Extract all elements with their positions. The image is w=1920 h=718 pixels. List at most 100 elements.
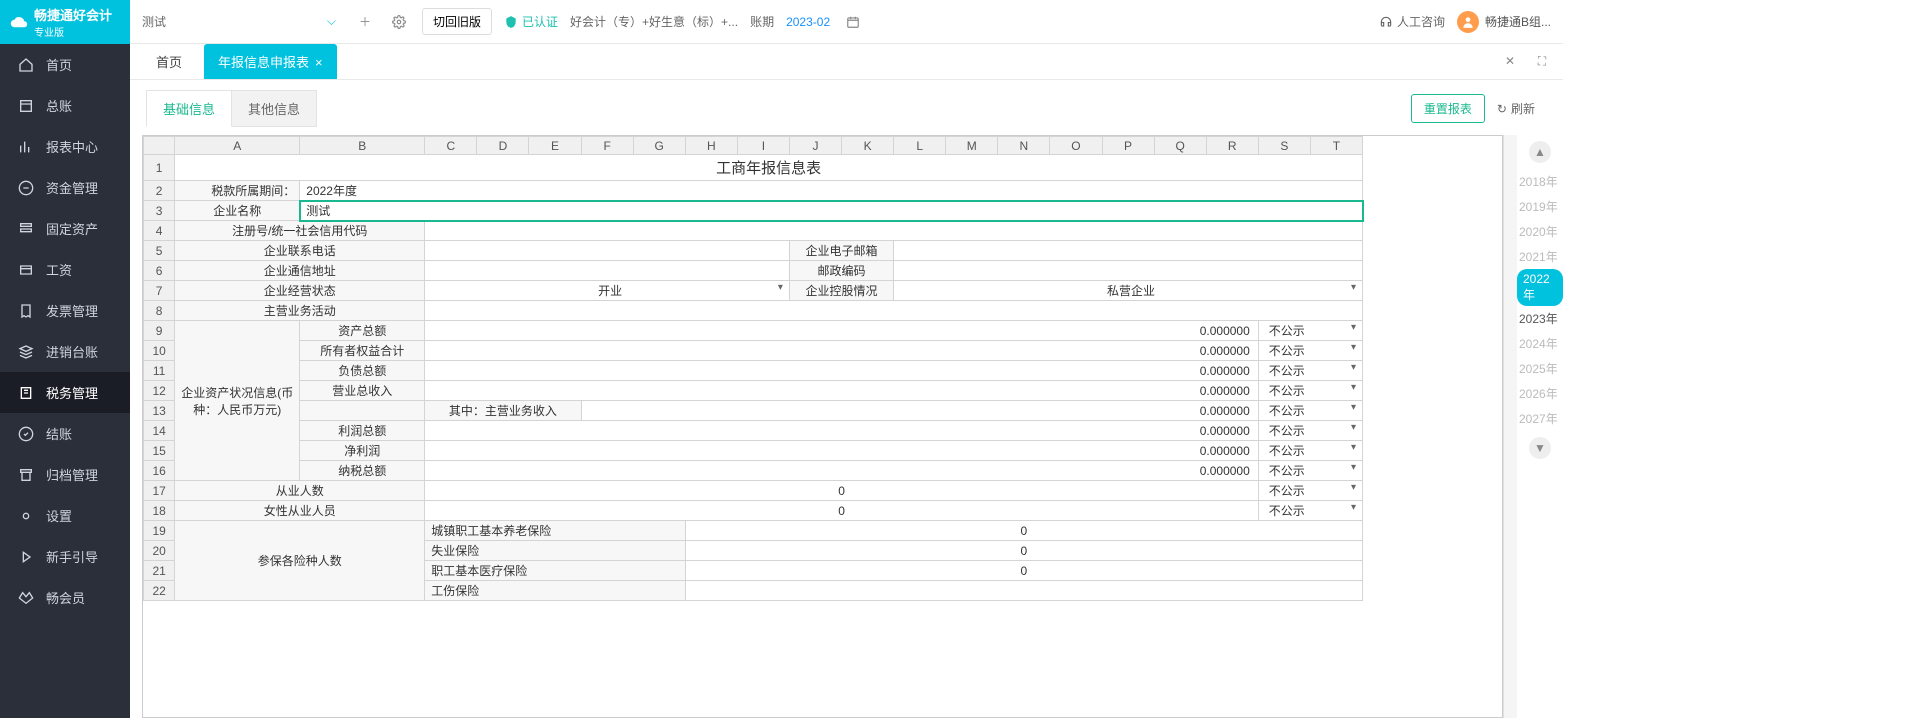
col-header[interactable]: J [789, 137, 841, 155]
year-2022年[interactable]: 2022年 [1517, 269, 1563, 306]
sidebar-item-1[interactable]: 总账 [0, 85, 130, 126]
sidebar-item-0[interactable]: 首页 [0, 44, 130, 85]
publish-select[interactable]: 不公示 [1258, 441, 1362, 461]
publish-select[interactable]: 不公示 [1258, 461, 1362, 481]
vertical-scrollbar[interactable] [1503, 135, 1517, 718]
year-2021年[interactable]: 2021年 [1517, 244, 1563, 269]
col-header[interactable]: Q [1154, 137, 1206, 155]
year-2026年[interactable]: 2026年 [1517, 381, 1563, 406]
sidebar-item-9[interactable]: 结账 [0, 413, 130, 454]
close-icon[interactable]: × [315, 55, 323, 70]
headset-icon [1379, 15, 1393, 29]
sidebar-item-11[interactable]: 设置 [0, 495, 130, 536]
tax-period[interactable]: 2022年度 [300, 181, 1363, 201]
col-header[interactable]: H [685, 137, 737, 155]
calendar-icon[interactable] [842, 11, 864, 33]
col-header[interactable]: O [1050, 137, 1102, 155]
publish-select[interactable]: 不公示 [1258, 341, 1362, 361]
col-header[interactable]: T [1310, 137, 1362, 155]
year-2018年[interactable]: 2018年 [1517, 169, 1563, 194]
publish-select[interactable]: 不公示 [1258, 421, 1362, 441]
product-combo: 好会计（专）+好生意（标）+... [570, 13, 738, 30]
publish-select[interactable]: 不公示 [1258, 401, 1362, 421]
col-header[interactable]: R [1206, 137, 1258, 155]
close-all-icon[interactable]: ✕ [1499, 50, 1521, 72]
col-header[interactable]: S [1258, 137, 1310, 155]
subtab-basic[interactable]: 基础信息 [146, 90, 232, 127]
publish-select[interactable]: 不公示 [1258, 381, 1362, 401]
sidebar-item-label: 新手引导 [46, 547, 98, 566]
add-icon[interactable]: ＋ [354, 11, 376, 33]
sidebar: 畅捷通好会计 专业版 首页总账报表中心资金管理固定资产工资发票管理进销台账税务管… [0, 0, 130, 718]
biz-status-select[interactable]: 开业 [425, 281, 790, 301]
sheet-title: 工商年报信息表 [175, 155, 1363, 181]
sidebar-item-6[interactable]: 发票管理 [0, 290, 130, 331]
sidebar-item-8[interactable]: 税务管理 [0, 372, 130, 413]
sidebar-item-label: 结账 [46, 424, 72, 443]
home-icon [18, 57, 34, 73]
ai-assist-button[interactable]: 人工咨询 [1379, 13, 1445, 30]
sidebar-item-12[interactable]: 新手引导 [0, 536, 130, 577]
col-header[interactable]: L [894, 137, 946, 155]
year-2025年[interactable]: 2025年 [1517, 356, 1563, 381]
reset-button[interactable]: 重置报表 [1411, 94, 1485, 123]
archive-icon [18, 467, 34, 483]
sidebar-item-label: 总账 [46, 96, 72, 115]
company-name-cell[interactable]: 测试 [300, 201, 1363, 221]
period-value[interactable]: 2023-02 [786, 15, 830, 29]
col-header[interactable]: F [581, 137, 633, 155]
sidebar-item-5[interactable]: 工资 [0, 249, 130, 290]
col-header[interactable]: G [633, 137, 685, 155]
chevron-down-icon: ⌵ [327, 14, 336, 29]
sidebar-item-7[interactable]: 进销台账 [0, 331, 130, 372]
year-2023年[interactable]: 2023年 [1517, 306, 1563, 331]
fullscreen-icon[interactable]: ⛶ [1531, 50, 1553, 72]
sidebar-item-3[interactable]: 资金管理 [0, 167, 130, 208]
gear-icon [18, 508, 34, 524]
user-name: 畅捷通B组... [1485, 13, 1551, 30]
publish-select[interactable]: 不公示 [1258, 321, 1362, 341]
subtab-other[interactable]: 其他信息 [231, 90, 317, 127]
sidebar-item-label: 进销台账 [46, 342, 98, 361]
year-2020年[interactable]: 2020年 [1517, 219, 1563, 244]
year-rail: ▲ 2018年2019年2020年2021年2022年2023年2024年202… [1517, 135, 1563, 718]
col-header[interactable]: E [529, 137, 581, 155]
sidebar-item-10[interactable]: 归档管理 [0, 454, 130, 495]
col-header[interactable]: A [175, 137, 300, 155]
publish-select[interactable]: 不公示 [1258, 361, 1362, 381]
holding-select[interactable]: 私营企业 [894, 281, 1363, 301]
col-header[interactable]: C [425, 137, 477, 155]
col-header[interactable]: P [1102, 137, 1154, 155]
tab-annual-report[interactable]: 年报信息申报表× [204, 44, 337, 79]
asset-group-label: 企业资产状况信息(币种：人民币万元) [175, 321, 300, 481]
col-header[interactable]: B [300, 137, 425, 155]
rail-down-icon[interactable]: ▼ [1529, 437, 1551, 459]
sidebar-item-4[interactable]: 固定资产 [0, 208, 130, 249]
cloud-icon [10, 13, 28, 31]
tab-home[interactable]: 首页 [142, 44, 196, 79]
spreadsheet[interactable]: ABCDEFGHIJKLMNOPQRST1工商年报信息表2税款所属期间：2022… [142, 135, 1503, 718]
rail-up-icon[interactable]: ▲ [1529, 141, 1551, 163]
sidebar-item-13[interactable]: 畅会员 [0, 577, 130, 618]
col-header[interactable]: K [842, 137, 894, 155]
user-chip[interactable]: 畅捷通B组... [1457, 11, 1551, 33]
company-selector[interactable]: 测试 ⌵ [142, 13, 342, 30]
money-icon [18, 180, 34, 196]
sidebar-item-2[interactable]: 报表中心 [0, 126, 130, 167]
gear-icon[interactable] [388, 11, 410, 33]
credit-code-cell[interactable] [425, 221, 1363, 241]
col-header[interactable]: N [998, 137, 1050, 155]
page-tabs: 首页 年报信息申报表× ✕ ⛶ [130, 44, 1563, 80]
col-header[interactable] [144, 137, 175, 155]
col-header[interactable]: I [737, 137, 789, 155]
year-2027年[interactable]: 2027年 [1517, 406, 1563, 431]
col-header[interactable]: D [477, 137, 529, 155]
year-2024年[interactable]: 2024年 [1517, 331, 1563, 356]
col-header[interactable]: M [946, 137, 998, 155]
sidebar-item-label: 设置 [46, 506, 72, 525]
refresh-icon: ↻ [1497, 102, 1507, 116]
switch-old-button[interactable]: 切回旧版 [422, 8, 492, 35]
refresh-button[interactable]: ↻ 刷新 [1497, 100, 1535, 117]
brand-logo: 畅捷通好会计 专业版 [0, 0, 130, 44]
year-2019年[interactable]: 2019年 [1517, 194, 1563, 219]
